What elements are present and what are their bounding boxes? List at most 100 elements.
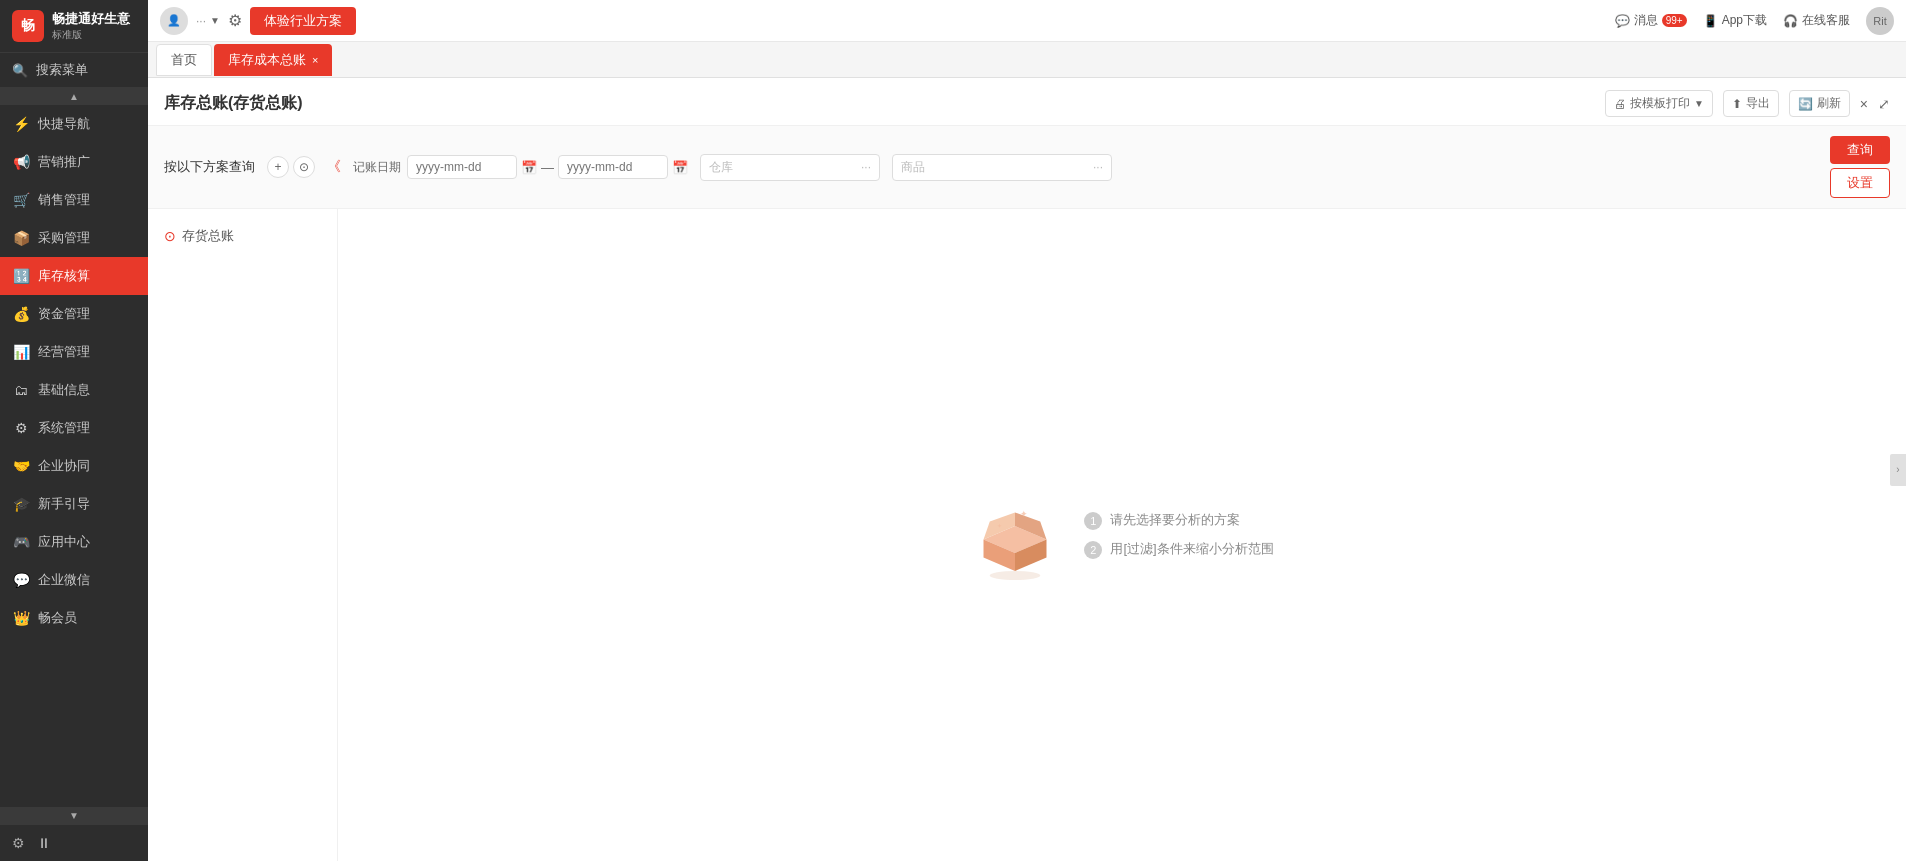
- dropdown-arrow-icon: ▼: [1694, 98, 1704, 109]
- svg-text:✦: ✦: [1020, 509, 1028, 519]
- panel-close-btn[interactable]: ×: [1860, 96, 1868, 112]
- chevron-down-icon: ▼: [210, 15, 220, 26]
- operation-icon: 📊: [12, 344, 30, 360]
- sidebar-item-member[interactable]: 👑 畅会员: [0, 599, 148, 637]
- sidebar-nav: ⚡ 快捷导航 📢 营销推广 🛒 销售管理 📦 采购管理 🔢 库存核算 💰 资金管…: [0, 105, 148, 807]
- product-more-icon[interactable]: ···: [1093, 160, 1103, 174]
- settings-bottom-btn[interactable]: ⚙: [12, 835, 25, 851]
- corp-collab-icon: 🤝: [12, 458, 30, 474]
- calendar-start-icon[interactable]: 📅: [521, 160, 537, 175]
- sidebar-item-quick-nav[interactable]: ⚡ 快捷导航: [0, 105, 148, 143]
- system-icon: ⚙: [12, 420, 30, 436]
- phone-icon: 📱: [1703, 14, 1718, 28]
- content-area: 库存总账(存货总账) 🖨 按模板打印 ▼ ⬆ 导出 🔄 刷新 × ⤢: [148, 78, 1906, 861]
- filter-collapse-btn[interactable]: 《: [327, 158, 341, 176]
- notification-badge: 99+: [1662, 14, 1687, 27]
- settings-icon[interactable]: ⚙: [228, 11, 242, 30]
- svg-text:✦: ✦: [997, 522, 1002, 529]
- svg-point-7: [990, 571, 1040, 580]
- filter-fields: 记账日期 📅 — 📅 仓库 ···: [353, 154, 1818, 181]
- page-header: 库存总账(存货总账) 🖨 按模板打印 ▼ ⬆ 导出 🔄 刷新 × ⤢: [148, 78, 1906, 126]
- tab-close-icon[interactable]: ×: [312, 54, 318, 66]
- right-panel-ctrl: ›: [1890, 454, 1906, 486]
- export-btn[interactable]: ⬆ 导出: [1723, 90, 1779, 117]
- top-bar-right: 💬 消息 99+ 📱 App下载 🎧 在线客服 Rit: [1615, 7, 1894, 35]
- message-icon: 💬: [1615, 14, 1630, 28]
- empty-state: ✦ ✦ 1 请先选择要分析的方案 2: [338, 209, 1906, 861]
- calendar-end-icon[interactable]: 📅: [672, 160, 688, 175]
- logo-text: 畅捷通好生意 标准版: [52, 11, 130, 41]
- sidebar-item-purchase[interactable]: 📦 采购管理: [0, 219, 148, 257]
- newbie-icon: 🎓: [12, 496, 30, 512]
- scroll-down-btn[interactable]: ▼: [0, 807, 148, 824]
- query-btn[interactable]: 查询: [1830, 136, 1890, 164]
- tab-home[interactable]: 首页: [156, 44, 212, 76]
- scheme-item-icon: ⊙: [164, 228, 176, 244]
- top-bar-left: 👤 ··· ▼ ⚙ 体验行业方案: [160, 7, 1615, 35]
- logo-area: 畅 畅捷通好生意 标准版: [0, 0, 148, 53]
- main-area: 👤 ··· ▼ ⚙ 体验行业方案 💬 消息 99+ 📱 App下载 🎧 在线客服: [148, 0, 1906, 861]
- quick-nav-icon: ⚡: [12, 116, 30, 132]
- print-btn[interactable]: 🖨 按模板打印 ▼: [1605, 90, 1713, 117]
- filter-settings-action-btn[interactable]: 设置: [1830, 168, 1890, 198]
- collapse-btn[interactable]: ⏸: [37, 835, 51, 851]
- user-avatar-small: 👤: [160, 7, 188, 35]
- notification-btn[interactable]: 💬 消息 99+: [1615, 12, 1687, 29]
- refresh-btn[interactable]: 🔄 刷新: [1789, 90, 1850, 117]
- filter-add-btns: + ⊙: [267, 156, 315, 178]
- sidebar-item-finance[interactable]: 💰 资金管理: [0, 295, 148, 333]
- sidebar-item-corp-collab[interactable]: 🤝 企业协同: [0, 447, 148, 485]
- filter-settings-btn[interactable]: ⊙: [293, 156, 315, 178]
- content-body: ⊙ 存货总账: [148, 209, 1906, 861]
- empty-tips: 1 请先选择要分析的方案 2 用[过滤]条件来缩小分析范围: [1084, 511, 1273, 559]
- refresh-icon: 🔄: [1798, 97, 1813, 111]
- sidebar: 畅 畅捷通好生意 标准版 🔍 搜索菜单 ▲ ⚡ 快捷导航 📢 营销推广 🛒 销售…: [0, 0, 148, 861]
- inventory-icon: 🔢: [12, 268, 30, 284]
- sales-icon: 🛒: [12, 192, 30, 208]
- filter-row: 按以下方案查询 + ⊙ 《 记账日期 📅 — �: [164, 136, 1890, 198]
- sidebar-item-system[interactable]: ⚙ 系统管理: [0, 409, 148, 447]
- sidebar-item-inventory[interactable]: 🔢 库存核算: [0, 257, 148, 295]
- print-icon: 🖨: [1614, 97, 1626, 111]
- sidebar-item-newbie[interactable]: 🎓 新手引导: [0, 485, 148, 523]
- panel-expand-btn[interactable]: ⤢: [1878, 96, 1890, 112]
- user-avatar-top[interactable]: Rit: [1866, 7, 1894, 35]
- date-end-input[interactable]: [558, 155, 668, 179]
- sidebar-item-marketing[interactable]: 📢 营销推广: [0, 143, 148, 181]
- member-icon: 👑: [12, 610, 30, 626]
- filter-area: 按以下方案查询 + ⊙ 《 记账日期 📅 — �: [148, 126, 1906, 209]
- corp-wechat-icon: 💬: [12, 572, 30, 588]
- empty-tip-1: 1 请先选择要分析的方案: [1084, 511, 1273, 530]
- date-start-input[interactable]: [407, 155, 517, 179]
- company-dropdown[interactable]: ··· ▼: [196, 14, 220, 28]
- warehouse-select[interactable]: 仓库 ···: [700, 154, 880, 181]
- trial-btn[interactable]: 体验行业方案: [250, 7, 356, 35]
- search-menu[interactable]: 🔍 搜索菜单: [0, 53, 148, 88]
- sidebar-item-operation[interactable]: 📊 经营管理: [0, 333, 148, 371]
- product-filter-group: 商品 ···: [892, 154, 1112, 181]
- export-icon: ⬆: [1732, 97, 1742, 111]
- app-download-btn[interactable]: 📱 App下载: [1703, 12, 1767, 29]
- date-label: 记账日期: [353, 159, 401, 176]
- scroll-up-btn[interactable]: ▲: [0, 88, 148, 105]
- sidebar-item-basic-info[interactable]: 🗂 基础信息: [0, 371, 148, 409]
- sidebar-bottom: ⚙ ⏸: [0, 824, 148, 861]
- top-bar: 👤 ··· ▼ ⚙ 体验行业方案 💬 消息 99+ 📱 App下载 🎧 在线客服: [148, 0, 1906, 42]
- basic-info-icon: 🗂: [12, 382, 30, 398]
- add-filter-btn[interactable]: +: [267, 156, 289, 178]
- sidebar-item-app-center[interactable]: 🎮 应用中心: [0, 523, 148, 561]
- sidebar-item-corp-wechat[interactable]: 💬 企业微信: [0, 561, 148, 599]
- online-service-btn[interactable]: 🎧 在线客服: [1783, 12, 1850, 29]
- finance-icon: 💰: [12, 306, 30, 322]
- scheme-item-inventory-ledger[interactable]: ⊙ 存货总账: [148, 219, 337, 253]
- product-select[interactable]: 商品 ···: [892, 154, 1112, 181]
- tabs-bar: 首页 库存成本总账 ×: [148, 42, 1906, 78]
- scheme-sidebar: ⊙ 存货总账: [148, 209, 338, 861]
- date-range-wrapper: 📅 — 📅: [407, 155, 688, 179]
- sidebar-item-sales[interactable]: 🛒 销售管理: [0, 181, 148, 219]
- page-actions: 🖨 按模板打印 ▼ ⬆ 导出 🔄 刷新 × ⤢: [1605, 90, 1890, 117]
- right-expand-btn[interactable]: ›: [1890, 454, 1906, 486]
- warehouse-more-icon[interactable]: ···: [861, 160, 871, 174]
- app-center-icon: 🎮: [12, 534, 30, 550]
- tab-inventory-cost[interactable]: 库存成本总账 ×: [214, 44, 332, 76]
